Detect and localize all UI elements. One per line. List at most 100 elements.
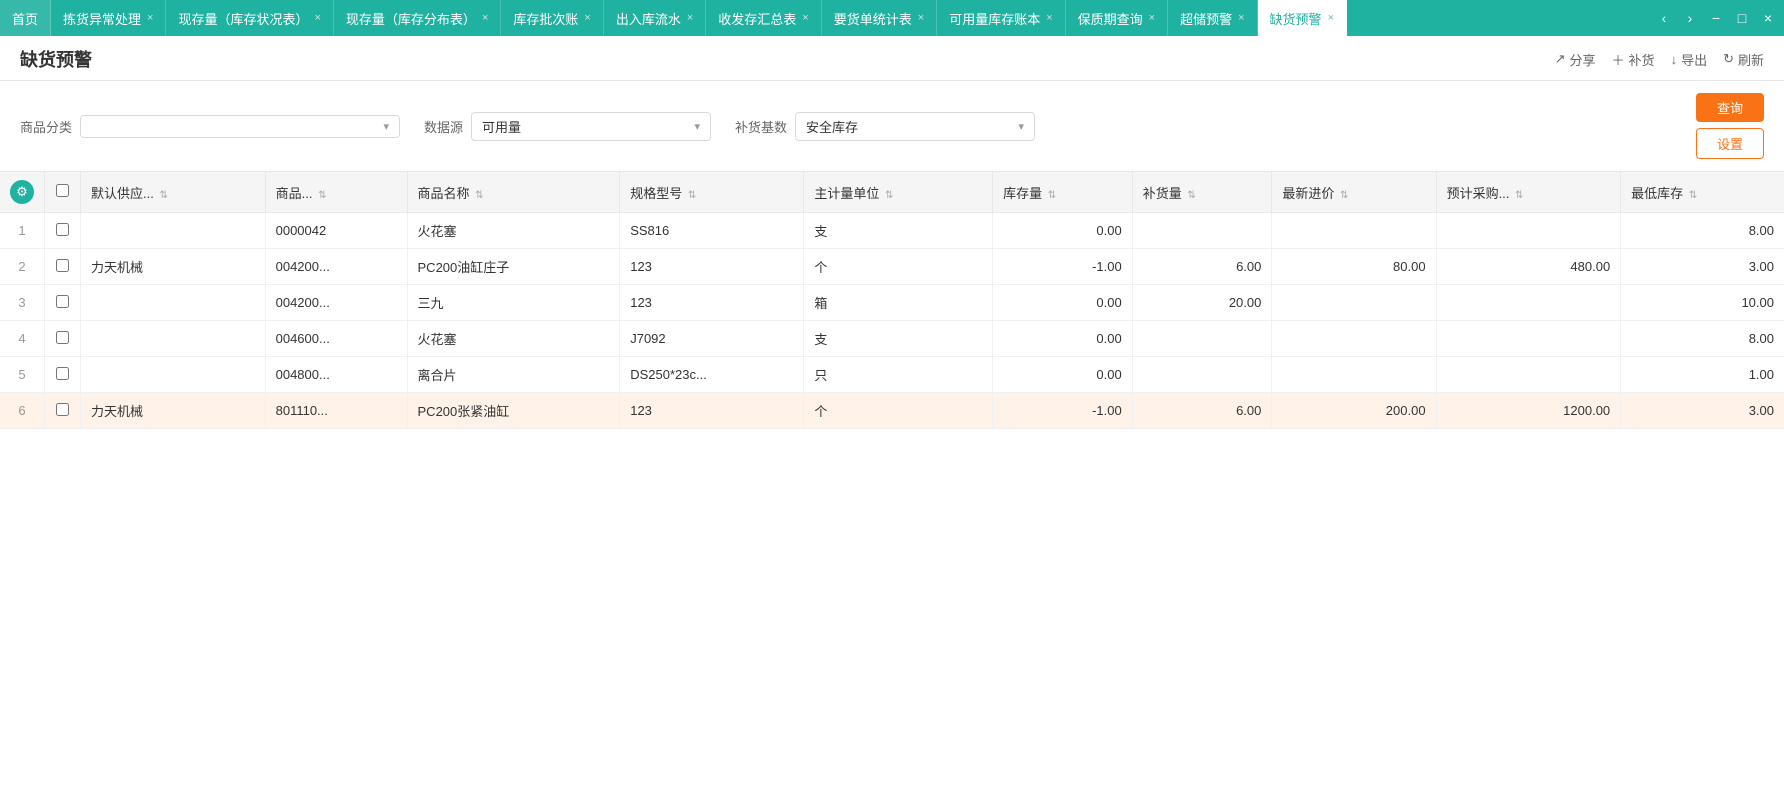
tab-next-button[interactable]: › [1678, 6, 1702, 30]
datasource-chevron-icon: ▾ [695, 120, 701, 133]
datasource-select-value: 可用量 [482, 117, 686, 136]
tab-close-icon[interactable]: × [482, 12, 488, 24]
row-product-name: 火花塞 [407, 321, 620, 357]
tab-item-3[interactable]: 现存量（库存分布表） × [334, 0, 501, 36]
settings-button[interactable]: 设置 [1696, 128, 1764, 159]
sort-restock-icon[interactable]: ⇅ [1187, 190, 1195, 201]
restock-label: 补货基数 [735, 117, 787, 136]
row-restock-qty [1132, 321, 1272, 357]
tab-item-10[interactable]: 超储预警× [1168, 0, 1257, 36]
row-latest-price [1272, 213, 1436, 249]
row-spec: SS816 [620, 213, 804, 249]
export-label: 导出 [1681, 50, 1707, 69]
row-est-purchase [1436, 357, 1621, 393]
sort-spec-icon[interactable]: ⇅ [688, 190, 696, 201]
table-row: 1 0000042 火花塞 SS816 支 0.00 8.00 [0, 213, 1784, 249]
tab-item-8[interactable]: 可用量库存账本× [937, 0, 1065, 36]
filter-bar: 商品分类 ▾ 数据源 可用量 ▾ 补货基数 安全库存 ▾ 查询 设置 [0, 81, 1784, 171]
tab-item-1[interactable]: 拣货异常处理× [51, 0, 166, 36]
category-select[interactable]: ▾ [80, 115, 400, 138]
row-checkbox-cell [45, 213, 81, 249]
tab-item-4[interactable]: 库存批次账× [501, 0, 603, 36]
row-checkbox[interactable] [56, 367, 69, 380]
row-checkbox[interactable] [56, 295, 69, 308]
select-all-checkbox[interactable] [56, 184, 69, 197]
tab-close-icon[interactable]: × [147, 12, 153, 24]
row-checkbox[interactable] [56, 331, 69, 344]
row-product-name: PC200张紧油缸 [407, 393, 620, 429]
sort-stock-icon[interactable]: ⇅ [1048, 190, 1056, 201]
row-checkbox-cell [45, 249, 81, 285]
tab-item-11[interactable]: 缺货预警× [1258, 0, 1347, 36]
column-settings-icon[interactable]: ⚙ [10, 180, 34, 204]
export-button[interactable]: ↓ 导出 [1671, 50, 1708, 69]
row-latest-price [1272, 285, 1436, 321]
table-row: 5 004800... 离合片 DS250*23c... 只 0.00 1.00 [0, 357, 1784, 393]
tab-item-7[interactable]: 要货单统计表× [822, 0, 937, 36]
tab-item-5[interactable]: 出入库流水× [604, 0, 706, 36]
sort-min-icon[interactable]: ⇅ [1689, 190, 1697, 201]
tab-close-icon[interactable]: × [687, 12, 693, 24]
row-restock-qty: 6.00 [1132, 393, 1272, 429]
row-checkbox[interactable] [56, 259, 69, 272]
share-button[interactable]: ↗ 分享 [1555, 50, 1596, 69]
row-checkbox[interactable] [56, 403, 69, 416]
row-no: 2 [0, 249, 45, 285]
export-icon: ↓ [1671, 52, 1678, 67]
tab-item-0[interactable]: 首页 [0, 0, 51, 36]
row-supplier [81, 285, 266, 321]
sort-supplier-icon[interactable]: ⇅ [159, 190, 167, 201]
row-min-stock: 3.00 [1621, 249, 1784, 285]
tab-close-icon[interactable]: × [802, 12, 808, 24]
restock-icon: ＋ [1612, 50, 1625, 69]
tab-item-6[interactable]: 收发存汇总表× [706, 0, 821, 36]
tab-minimize-button[interactable]: − [1704, 6, 1728, 30]
tab-close-icon[interactable]: × [314, 12, 320, 24]
row-supplier [81, 357, 266, 393]
restock-button[interactable]: ＋ 补货 [1612, 50, 1655, 69]
sort-code-icon[interactable]: ⇅ [318, 190, 326, 201]
row-checkbox-cell [45, 285, 81, 321]
restock-select[interactable]: 安全库存 ▾ [795, 112, 1035, 141]
query-button[interactable]: 查询 [1696, 93, 1764, 122]
share-icon: ↗ [1555, 51, 1566, 67]
sort-est-icon[interactable]: ⇅ [1515, 190, 1523, 201]
tab-maximize-button[interactable]: □ [1730, 6, 1754, 30]
sort-name-icon[interactable]: ⇅ [475, 190, 483, 201]
tab-close-icon[interactable]: × [918, 12, 924, 24]
tab-close-icon[interactable]: × [584, 12, 590, 24]
tab-item-2[interactable]: 现存量（库存状况表）× [166, 0, 333, 36]
row-checkbox[interactable] [56, 223, 69, 236]
tab-close-icon[interactable]: × [1149, 12, 1155, 24]
row-product-name: 火花塞 [407, 213, 620, 249]
share-label: 分享 [1570, 50, 1596, 69]
row-no: 3 [0, 285, 45, 321]
tab-close-icon[interactable]: × [1046, 12, 1052, 24]
th-product-code: 商品... ⇅ [265, 172, 407, 213]
row-supplier [81, 213, 266, 249]
row-min-stock: 8.00 [1621, 213, 1784, 249]
row-product-code: 004600... [265, 321, 407, 357]
th-check [45, 172, 81, 213]
tab-label: 现存量（库存分布表） [346, 9, 476, 28]
refresh-button[interactable]: ↻ 刷新 [1723, 50, 1764, 69]
tab-item-9[interactable]: 保质期查询× [1066, 0, 1168, 36]
page-header: 缺货预警 ↗ 分享 ＋ 补货 ↓ 导出 ↻ 刷新 [0, 36, 1784, 81]
row-est-purchase: 480.00 [1436, 249, 1621, 285]
row-no: 6 [0, 393, 45, 429]
tab-close-button[interactable]: × [1756, 6, 1780, 30]
row-checkbox-cell [45, 393, 81, 429]
tab-label: 首页 [12, 9, 38, 28]
row-unit: 个 [804, 393, 993, 429]
tab-close-icon[interactable]: × [1328, 12, 1334, 24]
sort-unit-icon[interactable]: ⇅ [885, 190, 893, 201]
sort-price-icon[interactable]: ⇅ [1340, 190, 1348, 201]
tab-close-icon[interactable]: × [1238, 12, 1244, 24]
tab-prev-button[interactable]: ‹ [1652, 6, 1676, 30]
page-title: 缺货预警 [20, 46, 92, 72]
th-default-supplier: 默认供应... ⇅ [81, 172, 266, 213]
tab-list: 首页拣货异常处理×现存量（库存状况表）×现存量（库存分布表）×库存批次账×出入库… [0, 0, 1648, 36]
th-restock-qty: 补货量 ⇅ [1132, 172, 1272, 213]
datasource-select[interactable]: 可用量 ▾ [471, 112, 711, 141]
row-est-purchase [1436, 321, 1621, 357]
